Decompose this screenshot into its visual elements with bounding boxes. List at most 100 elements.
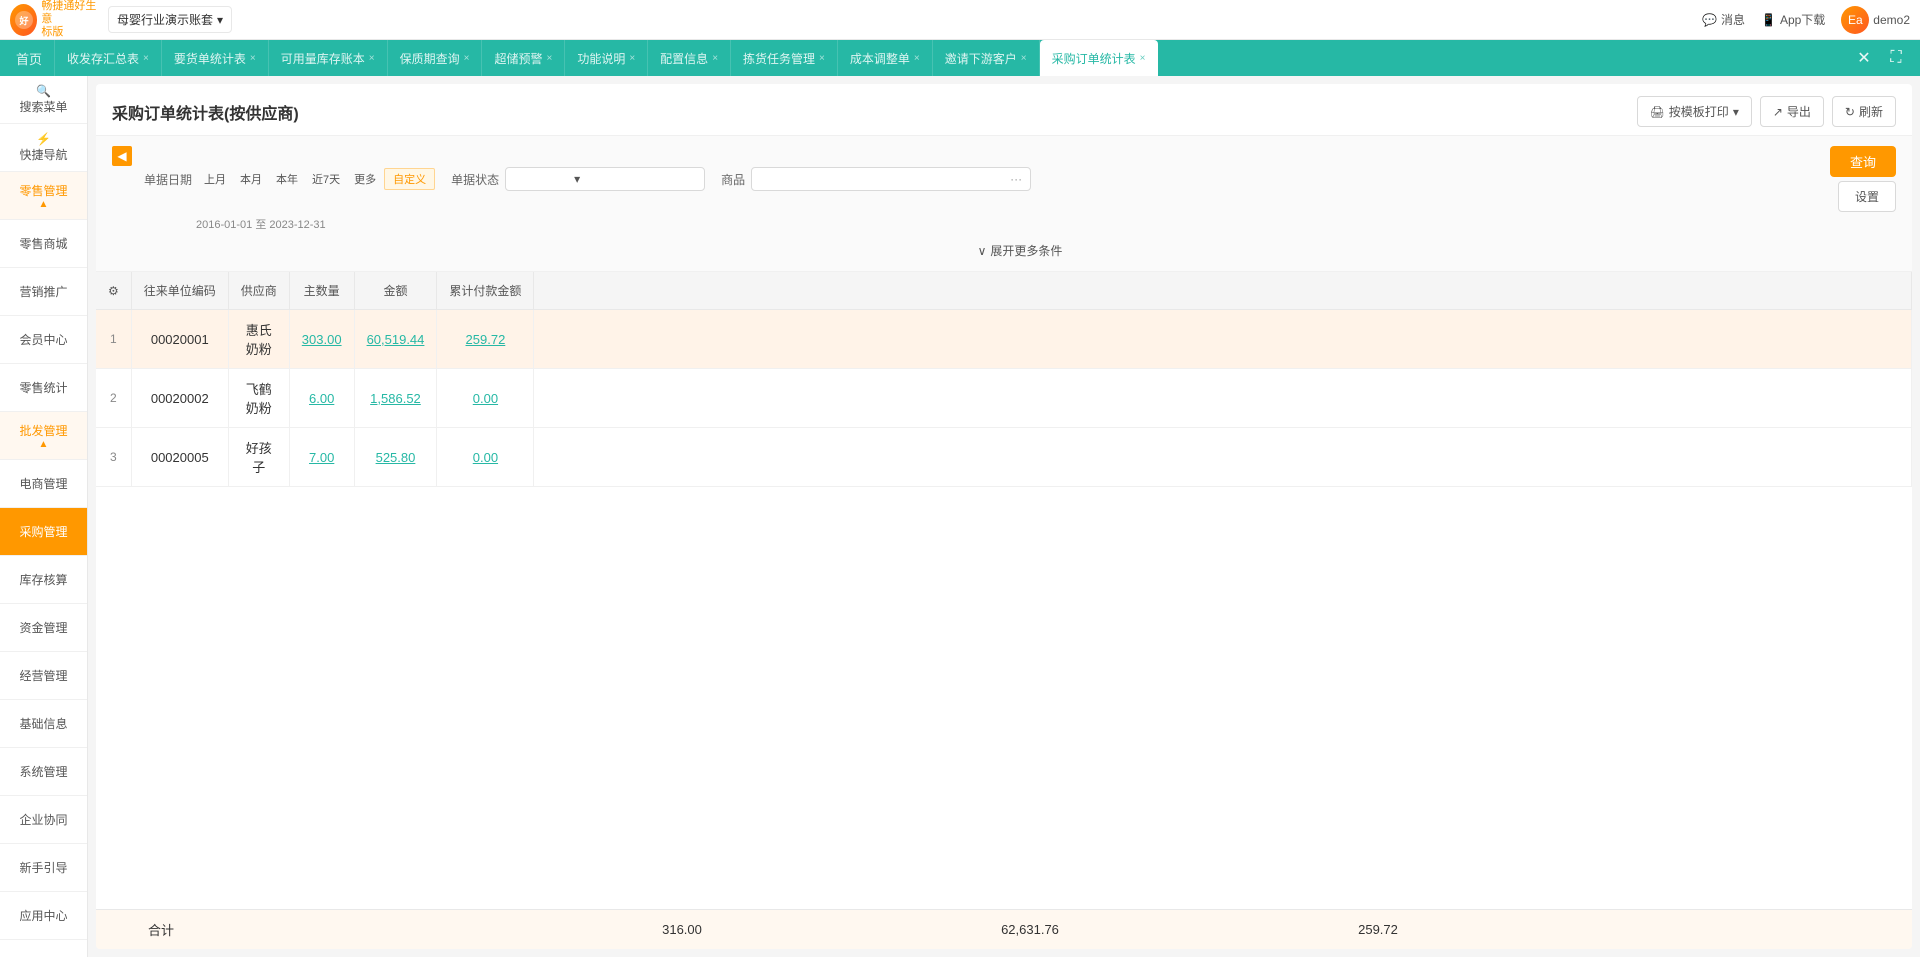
- close-icon[interactable]: ×: [250, 53, 256, 64]
- tab-peizhi[interactable]: 配置信息 ×: [648, 40, 731, 76]
- sidebar-item-ecom[interactable]: 电商管理: [0, 460, 87, 508]
- sidebar-item-basic-info[interactable]: 基础信息: [0, 700, 87, 748]
- message-icon: 💬: [1702, 13, 1717, 27]
- sidebar-item-inventory[interactable]: 库存核算: [0, 556, 87, 604]
- last7days-btn[interactable]: 近7天: [306, 169, 346, 189]
- settings-button[interactable]: 设置: [1838, 181, 1896, 212]
- sidebar-item-quicknav[interactable]: ⚡ 快捷导航: [0, 124, 87, 172]
- sidebar-item-retail-stats[interactable]: 零售统计: [0, 364, 87, 412]
- sidebar-item-app-center[interactable]: 应用中心: [0, 892, 87, 940]
- close-icon[interactable]: ×: [914, 53, 920, 64]
- row-amount[interactable]: 1,586.52: [354, 369, 437, 428]
- export-button[interactable]: ↗ 导出: [1760, 96, 1824, 127]
- more-btn[interactable]: 更多: [348, 169, 382, 189]
- goods-label: 商品: [721, 171, 745, 188]
- sidebar-item-search[interactable]: 🔍 搜索菜单: [0, 76, 87, 124]
- status-select[interactable]: ▾: [505, 167, 705, 191]
- tab-shoufa[interactable]: 收发存汇总表 ×: [55, 40, 162, 76]
- tab-jianhuo[interactable]: 拣货任务管理 ×: [731, 40, 838, 76]
- goods-filter: 商品 ···: [721, 167, 1031, 191]
- table-header-row: ⚙ 往来单位编码 供应商 主数量 金额 累计付款金额: [96, 272, 1912, 310]
- footer-label: 合计: [108, 920, 508, 939]
- row-amount[interactable]: 60,519.44: [354, 310, 437, 369]
- search-icon: 🔍: [36, 84, 51, 98]
- workspace-selector[interactable]: 母婴行业演示账套 ▾: [108, 6, 232, 33]
- user-profile[interactable]: Ea demo2: [1841, 6, 1910, 34]
- sidebar-item-wechat-work[interactable]: 企业微信: [0, 940, 87, 957]
- template-print-button[interactable]: 🖨 按模板打印 ▾: [1637, 96, 1752, 127]
- close-icon[interactable]: ×: [629, 53, 635, 64]
- sidebar-item-wholesale[interactable]: 批发管理 ▲: [0, 412, 87, 460]
- row-qty[interactable]: 6.00: [289, 369, 354, 428]
- custom-date-badge[interactable]: 自定义: [384, 168, 435, 190]
- sidebar-item-marketing[interactable]: 营销推广: [0, 268, 87, 316]
- sidebar-item-system[interactable]: 系统管理: [0, 748, 87, 796]
- row-qty[interactable]: 7.00: [289, 428, 354, 487]
- chevron-down-icon: ▾: [1733, 105, 1739, 119]
- tab-baozhi[interactable]: 保质期查询 ×: [388, 40, 483, 76]
- maximize-btn[interactable]: ⛶: [1884, 46, 1908, 70]
- col-paid: 累计付款金额: [437, 272, 534, 310]
- row-paid[interactable]: 0.00: [437, 428, 534, 487]
- row-amount[interactable]: 525.80: [354, 428, 437, 487]
- close-icon[interactable]: ×: [143, 53, 149, 64]
- sidebar-item-retail-mgmt[interactable]: 零售管理 ▲: [0, 172, 87, 220]
- tab-yaohuo[interactable]: 要货单统计表 ×: [162, 40, 269, 76]
- sidebar-item-retail-shop[interactable]: 零售商城: [0, 220, 87, 268]
- tab-chengben[interactable]: 成本调整单 ×: [838, 40, 933, 76]
- tab-chaocheng[interactable]: 超储预警 ×: [482, 40, 565, 76]
- close-icon[interactable]: ×: [1021, 53, 1027, 64]
- last-month-btn[interactable]: 上月: [198, 169, 232, 189]
- message-btn[interactable]: 💬 消息: [1702, 11, 1745, 28]
- close-icon[interactable]: ×: [712, 53, 718, 64]
- app-download-btn[interactable]: 📱 App下载: [1761, 11, 1825, 28]
- refresh-button[interactable]: ↻ 刷新: [1832, 96, 1896, 127]
- sidebar-item-purchase[interactable]: 采购管理: [0, 508, 87, 556]
- expand-more-btn[interactable]: ∨ 展开更多条件: [970, 240, 1071, 261]
- close-icon[interactable]: ×: [546, 53, 552, 64]
- footer-amount: 62,631.76: [856, 922, 1204, 937]
- chevron-down-icon: ▲: [39, 439, 49, 450]
- row-supplier: 好孩子: [228, 428, 289, 487]
- table-row: 3 00020005 好孩子 7.00 525.80 0.00: [96, 428, 1912, 487]
- export-icon: ↗: [1773, 105, 1783, 119]
- tab-keyong[interactable]: 可用量库存账本 ×: [269, 40, 388, 76]
- goods-input[interactable]: ···: [751, 167, 1031, 191]
- this-month-btn[interactable]: 本月: [234, 169, 268, 189]
- tab-caigou[interactable]: 采购订单统计表 ×: [1040, 40, 1159, 76]
- row-paid[interactable]: 0.00: [437, 369, 534, 428]
- this-year-btn[interactable]: 本年: [270, 169, 304, 189]
- query-button[interactable]: 查询: [1830, 146, 1896, 177]
- sidebar-item-finance[interactable]: 资金管理: [0, 604, 87, 652]
- close-icon[interactable]: ×: [464, 53, 470, 64]
- close-icon[interactable]: ×: [819, 53, 825, 64]
- row-qty[interactable]: 303.00: [289, 310, 354, 369]
- avatar: Ea: [1841, 6, 1869, 34]
- sidebar-item-operations[interactable]: 经营管理: [0, 652, 87, 700]
- logo-area: 好 畅捷通好生意 标版: [10, 0, 98, 39]
- chevron-down-icon: ▾: [574, 172, 580, 186]
- sidebar-item-newbie[interactable]: 新手引导: [0, 844, 87, 892]
- close-icon[interactable]: ×: [1140, 53, 1146, 64]
- row-number: 3: [96, 428, 131, 487]
- close-icon[interactable]: ×: [369, 53, 375, 64]
- filter-row: 单据日期 上月 本月 本年 近7天 更多 自定义: [144, 146, 1896, 212]
- tab-yaoqing[interactable]: 邀请下游客户 ×: [933, 40, 1040, 76]
- ellipsis-icon: ···: [1010, 172, 1022, 186]
- close-all-tabs-btn[interactable]: ✕: [1852, 46, 1876, 70]
- sidebar-item-member[interactable]: 会员中心: [0, 316, 87, 364]
- row-number: 1: [96, 310, 131, 369]
- footer-qty: 316.00: [508, 922, 856, 937]
- logo-icon: 好: [10, 4, 37, 36]
- gear-icon[interactable]: ⚙: [108, 284, 119, 298]
- tab-home[interactable]: 首页: [4, 40, 55, 76]
- tab-gongneng[interactable]: 功能说明 ×: [565, 40, 648, 76]
- row-supplier: 惠氏奶粉: [228, 310, 289, 369]
- chevron-down-icon: ∨: [978, 244, 987, 258]
- mobile-icon: 📱: [1761, 13, 1776, 27]
- row-paid[interactable]: 259.72: [437, 310, 534, 369]
- status-label: 单据状态: [451, 171, 499, 188]
- collapse-filter-btn[interactable]: ◀: [112, 146, 132, 166]
- home-tab-label: 首页: [16, 49, 42, 68]
- sidebar-item-collab[interactable]: 企业协同: [0, 796, 87, 844]
